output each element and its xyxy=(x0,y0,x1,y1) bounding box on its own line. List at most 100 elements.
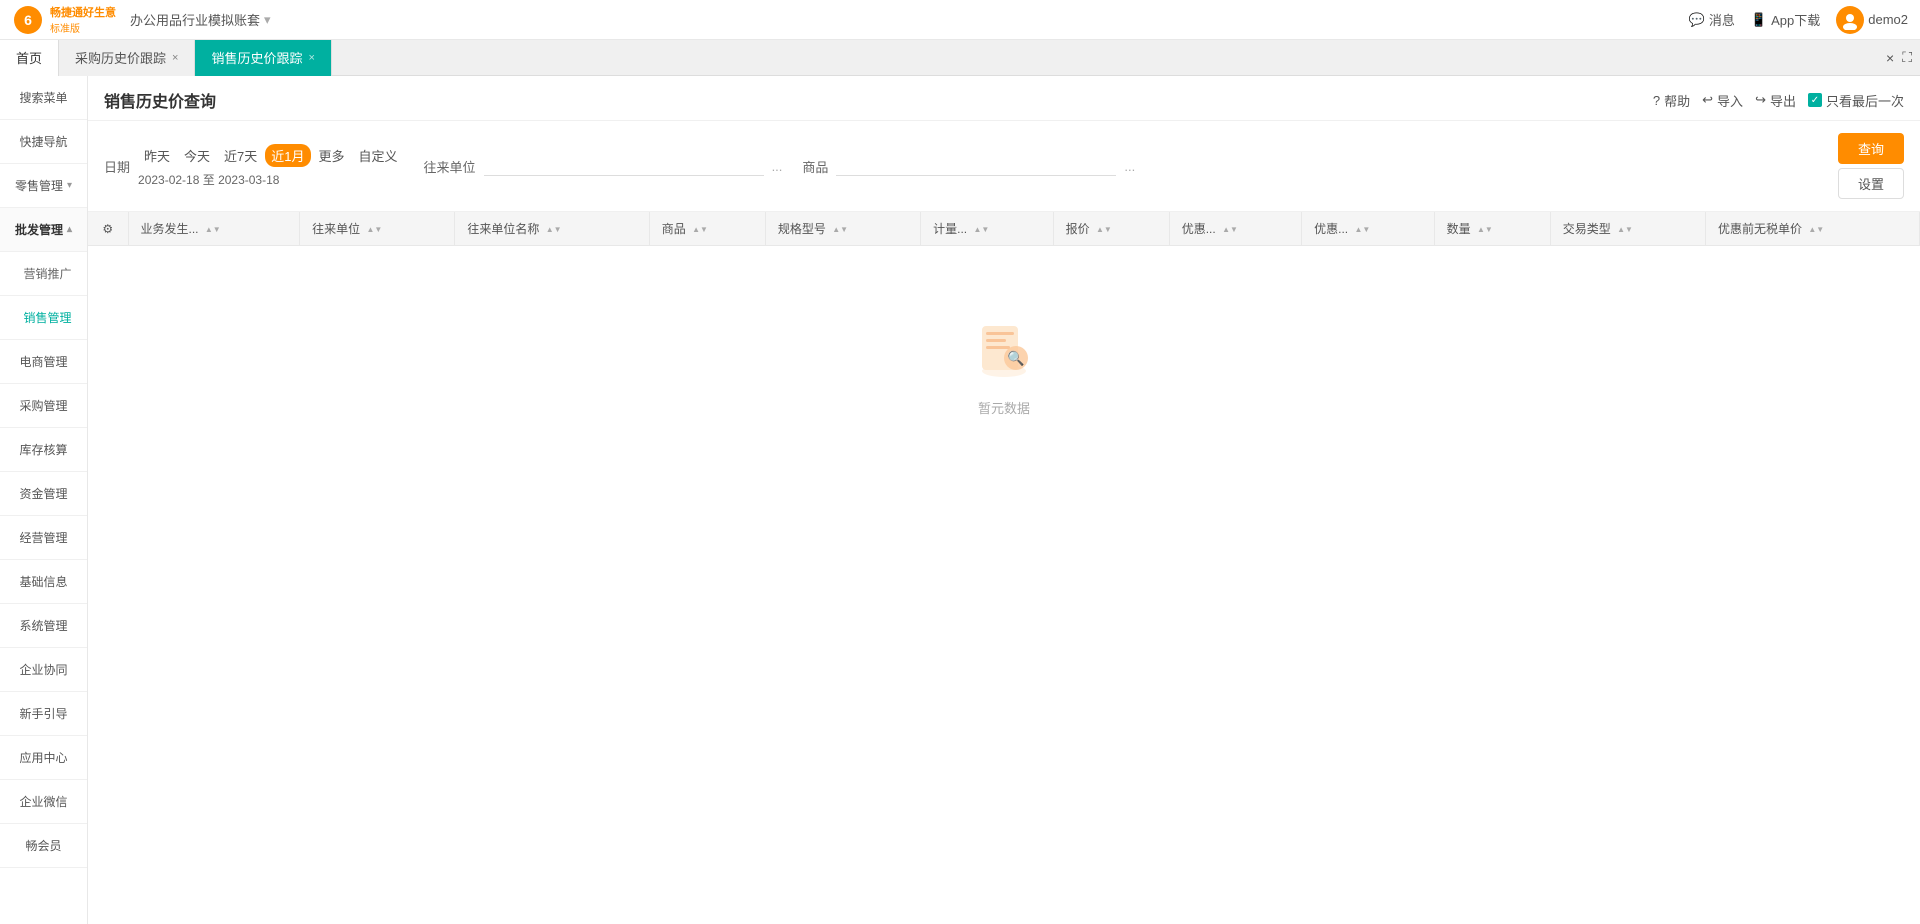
user-menu[interactable]: demo2 xyxy=(1836,6,1908,34)
sidebar-item-ecommerce-mgmt[interactable]: 电商管理 xyxy=(0,340,87,384)
th-partner-code[interactable]: 往来单位 ▲▼ xyxy=(300,212,455,246)
search-button[interactable]: 查询 xyxy=(1838,133,1904,164)
sidebar-item-quick-nav[interactable]: 快捷导航 xyxy=(0,120,87,164)
th-trade-type[interactable]: 交易类型 ▲▼ xyxy=(1550,212,1705,246)
partner-filter-group: 往来单位 ... xyxy=(424,156,783,176)
content-area: 销售历史价查询 ? 帮助 ↩ 导入 ↪ 导出 ✓ xyxy=(88,76,1920,924)
sort-icon-trade-type: ▲▼ xyxy=(1617,225,1633,234)
sidebar-item-retail-mgmt[interactable]: 零售管理 ▾ xyxy=(0,164,87,208)
avatar xyxy=(1836,6,1864,34)
page-actions: ? 帮助 ↩ 导入 ↪ 导出 ✓ 只看最后一次 xyxy=(1653,91,1904,110)
chevron-right-icon: ▾ xyxy=(67,180,72,191)
tab-home[interactable]: 首页 xyxy=(0,40,59,76)
th-quantity[interactable]: 数量 ▲▼ xyxy=(1434,212,1550,246)
product-filter-label: 商品 xyxy=(802,157,828,176)
product-input[interactable] xyxy=(836,156,1116,176)
partner-filter-label: 往来单位 xyxy=(424,157,476,176)
product-dots: ... xyxy=(1124,159,1135,174)
tab-purchase-history-close[interactable]: × xyxy=(172,52,178,64)
app-download-button[interactable]: 📱 App下载 xyxy=(1751,10,1820,29)
th-pre-tax-price[interactable]: 优惠前无税单价 ▲▼ xyxy=(1705,212,1919,246)
sort-icon-pre-tax-price: ▲▼ xyxy=(1808,225,1824,234)
help-icon: ? xyxy=(1653,93,1660,108)
logo-icon: 6 xyxy=(12,4,44,36)
tab-sales-history-close[interactable]: × xyxy=(308,52,314,64)
date-filter-group: 日期 昨天 今天 近7天 近1月 更多 自定义 2023-02-18 至 202… xyxy=(104,144,404,188)
th-settings[interactable]: ⚙ xyxy=(88,212,128,246)
export-button[interactable]: ↪ 导出 xyxy=(1755,91,1796,110)
sidebar-item-sales-mgmt[interactable]: 销售管理 xyxy=(0,296,87,340)
th-spec[interactable]: 规格型号 ▲▼ xyxy=(765,212,920,246)
date-options-row: 昨天 今天 近7天 近1月 更多 自定义 xyxy=(138,144,404,167)
tab-expand-button[interactable]: ⛶ xyxy=(1902,49,1912,66)
sidebar-item-purchase-mgmt[interactable]: 采购管理 xyxy=(0,384,87,428)
sidebar-item-enterprise-collab[interactable]: 企业协同 xyxy=(0,648,87,692)
sidebar-sales-mgmt-label: 销售管理 xyxy=(23,309,71,326)
sidebar-marketing-label: 营销推广 xyxy=(23,265,71,282)
sidebar-item-basic-info[interactable]: 基础信息 xyxy=(0,560,87,604)
download-icon: 📱 xyxy=(1751,12,1767,28)
date-option-custom[interactable]: 自定义 xyxy=(353,144,404,167)
sidebar-item-new-user-guide[interactable]: 新手引导 xyxy=(0,692,87,736)
date-filter-label: 日期 xyxy=(104,157,130,176)
sidebar-wholesale-mgmt-label: 批发管理 xyxy=(15,221,63,238)
table-header-row: ⚙ 业务发生... ▲▼ 往来单位 ▲▼ 往来单位名称 ▲ xyxy=(88,212,1920,246)
app-selector-label: 办公用品行业模拟账套 xyxy=(130,10,260,29)
filter-buttons: 查询 设置 xyxy=(1838,133,1904,199)
partner-dots: ... xyxy=(772,159,783,174)
sidebar-quick-nav-label: 快捷导航 xyxy=(19,133,67,150)
sidebar-basic-info-label: 基础信息 xyxy=(19,573,67,590)
sidebar-search-menu-label: 搜索菜单 xyxy=(19,89,67,106)
svg-text:🔍: 🔍 xyxy=(1007,349,1024,367)
sidebar-purchase-mgmt-label: 采购管理 xyxy=(19,397,67,414)
date-option-today[interactable]: 今天 xyxy=(178,144,216,167)
partner-input[interactable] xyxy=(484,156,764,176)
th-quote[interactable]: 报价 ▲▼ xyxy=(1053,212,1169,246)
sidebar-item-inventory[interactable]: 库存核算 xyxy=(0,428,87,472)
th-discount1[interactable]: 优惠... ▲▼ xyxy=(1169,212,1301,246)
import-button[interactable]: ↩ 导入 xyxy=(1702,91,1743,110)
sidebar-item-vip-member[interactable]: 畅会员 xyxy=(0,824,87,868)
sidebar-finance-mgmt-label: 资金管理 xyxy=(19,485,67,502)
tab-sales-history[interactable]: 销售历史价跟踪 × xyxy=(195,40,331,76)
date-option-7days[interactable]: 近7天 xyxy=(218,144,263,167)
sidebar-item-search-menu[interactable]: 搜索菜单 xyxy=(0,76,87,120)
app-selector[interactable]: 办公用品行业模拟账套 ▾ xyxy=(124,8,277,31)
th-discount2[interactable]: 优惠... ▲▼ xyxy=(1302,212,1434,246)
sidebar-ecommerce-mgmt-label: 电商管理 xyxy=(19,353,67,370)
sidebar-retail-mgmt-label: 零售管理 xyxy=(15,177,63,194)
sidebar-item-wholesale-mgmt[interactable]: 批发管理 ▴ xyxy=(0,208,87,252)
sort-icon-quantity: ▲▼ xyxy=(1477,225,1493,234)
help-button[interactable]: ? 帮助 xyxy=(1653,91,1690,110)
th-biz-date[interactable]: 业务发生... ▲▼ xyxy=(128,212,300,246)
settings-button[interactable]: 设置 xyxy=(1838,168,1904,199)
sidebar-inventory-label: 库存核算 xyxy=(19,441,67,458)
sidebar-item-enterprise-wechat[interactable]: 企业微信 xyxy=(0,780,87,824)
sidebar-item-app-center[interactable]: 应用中心 xyxy=(0,736,87,780)
svg-text:6: 6 xyxy=(24,12,32,28)
th-product[interactable]: 商品 ▲▼ xyxy=(649,212,765,246)
header-right: 💬 消息 📱 App下载 demo2 xyxy=(1689,6,1908,34)
th-unit[interactable]: 计量... ▲▼ xyxy=(921,212,1053,246)
sidebar-item-finance-mgmt[interactable]: 资金管理 xyxy=(0,472,87,516)
date-option-yesterday[interactable]: 昨天 xyxy=(138,144,176,167)
header-left: 6 畅捷通好生意 标准版 办公用品行业模拟账套 ▾ xyxy=(12,4,277,36)
sidebar-operations-mgmt-label: 经营管理 xyxy=(19,529,67,546)
th-partner-name[interactable]: 往来单位名称 ▲▼ xyxy=(455,212,649,246)
tab-close-all-button[interactable]: × xyxy=(1886,50,1894,66)
sidebar-enterprise-collab-label: 企业协同 xyxy=(19,661,67,678)
sidebar-item-operations-mgmt[interactable]: 经营管理 xyxy=(0,516,87,560)
sort-icon-spec: ▲▼ xyxy=(832,225,848,234)
tab-bar: 首页 采购历史价跟踪 × 销售历史价跟踪 × × ⛶ xyxy=(0,40,1920,76)
sidebar-item-marketing[interactable]: 营销推广 xyxy=(0,252,87,296)
product-filter-group: 商品 ... xyxy=(802,156,1135,176)
top-header: 6 畅捷通好生意 标准版 办公用品行业模拟账套 ▾ 💬 消息 📱 App下载 d… xyxy=(0,0,1920,40)
only-last-checkbox[interactable]: ✓ 只看最后一次 xyxy=(1808,91,1904,110)
import-icon: ↩ xyxy=(1702,92,1713,108)
tab-bar-actions: × ⛶ xyxy=(1886,49,1920,66)
date-option-more[interactable]: 更多 xyxy=(313,144,351,167)
sidebar-item-system-mgmt[interactable]: 系统管理 xyxy=(0,604,87,648)
message-button[interactable]: 💬 消息 xyxy=(1689,10,1735,29)
date-option-1month[interactable]: 近1月 xyxy=(265,144,310,167)
tab-purchase-history[interactable]: 采购历史价跟踪 × xyxy=(59,40,195,76)
